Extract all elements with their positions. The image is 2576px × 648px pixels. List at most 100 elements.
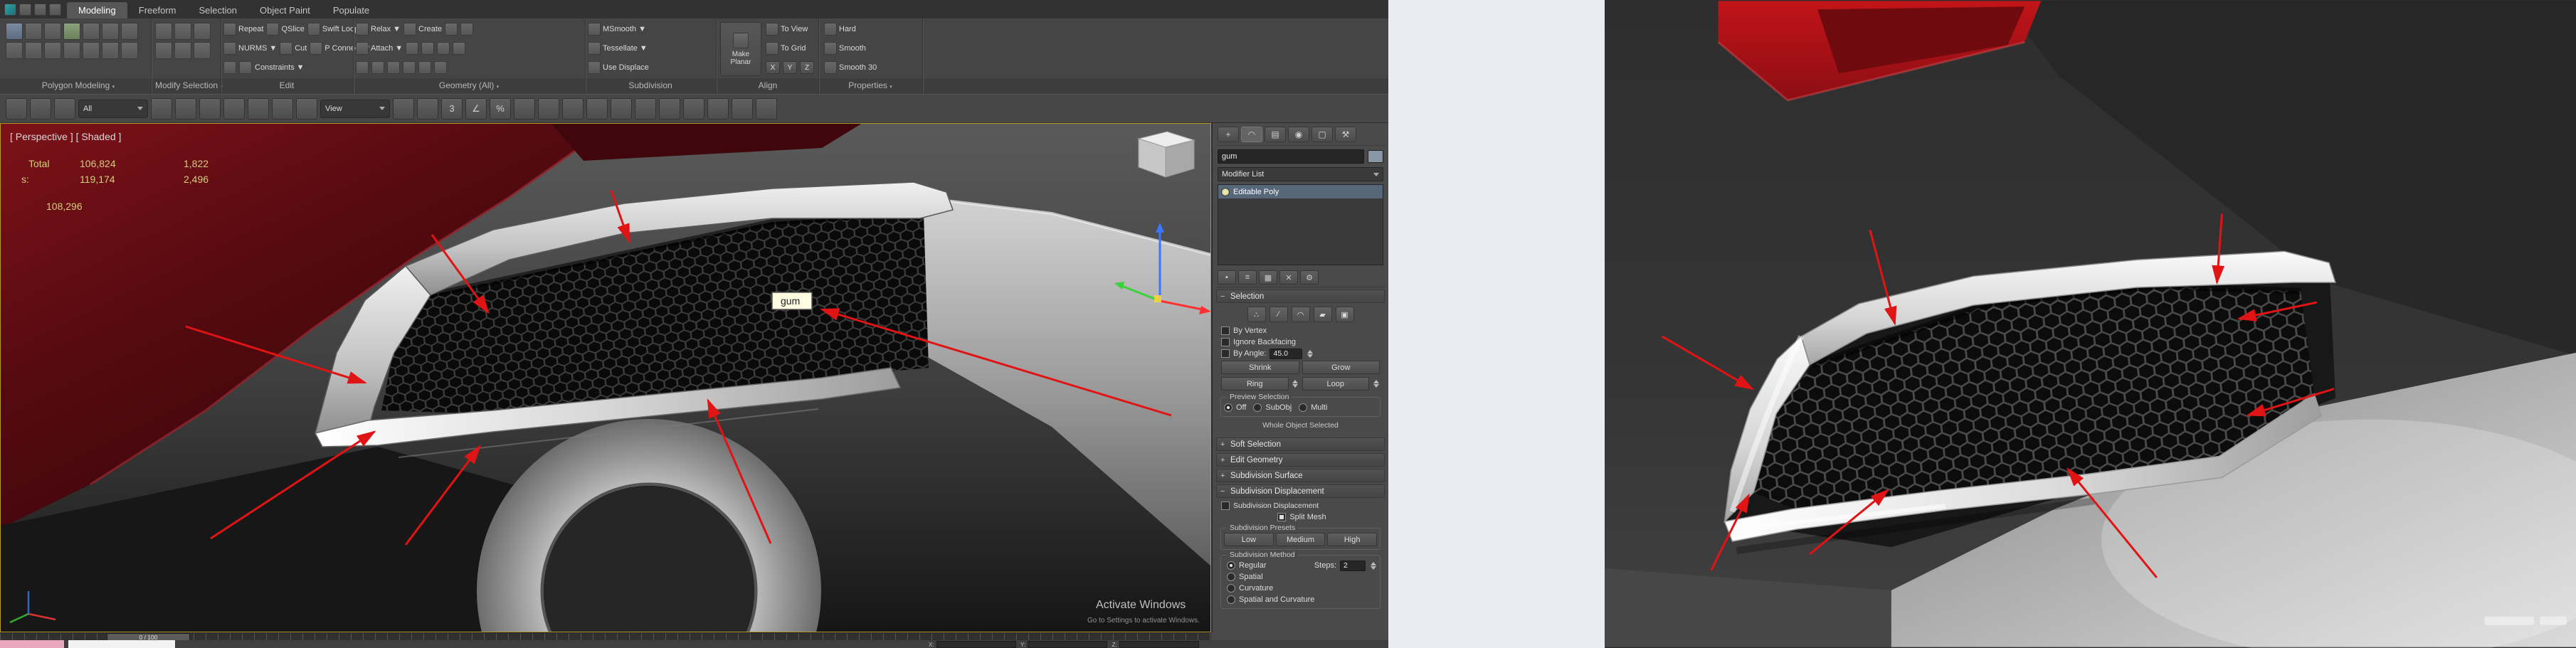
- method-spatial-curvature-radio[interactable]: [1227, 595, 1235, 604]
- rollout-soft-selection[interactable]: Soft Selection: [1216, 437, 1385, 451]
- stack-item-editable-poly[interactable]: Editable Poly: [1218, 185, 1383, 198]
- material-editor-icon[interactable]: [683, 97, 704, 119]
- border-mode-icon[interactable]: [44, 23, 61, 40]
- polygon-mode-icon[interactable]: [63, 23, 80, 40]
- hierarchy-tab-icon[interactable]: ▤: [1265, 127, 1286, 142]
- select-object-icon[interactable]: [151, 97, 172, 119]
- symmetry-tools-icon[interactable]: [102, 42, 119, 59]
- qslice-button[interactable]: QSlice: [266, 23, 305, 36]
- ribbon-tab-object-paint[interactable]: Object Paint: [248, 2, 322, 18]
- loop-selection-icon[interactable]: [194, 23, 211, 40]
- window-crossing-icon[interactable]: [223, 97, 245, 119]
- label-geometry-all[interactable]: Geometry (All) ▾: [356, 80, 582, 90]
- viewcube[interactable]: [1137, 131, 1195, 178]
- preview-multi-radio-row[interactable]: Multi: [1299, 402, 1327, 413]
- geometry-extra-icon-5[interactable]: [437, 42, 450, 55]
- method-curvature-radio[interactable]: [1227, 584, 1235, 593]
- configure-modifier-sets-button[interactable]: ⚙: [1300, 270, 1319, 285]
- save-icon[interactable]: [19, 4, 31, 16]
- next-modifier-icon[interactable]: [44, 42, 61, 59]
- align-x-button[interactable]: X: [766, 61, 780, 74]
- maxscript-listener-white[interactable]: [68, 640, 175, 648]
- relax-button[interactable]: Relax ▼: [356, 23, 401, 36]
- perspective-viewport[interactable]: gum [ Perspective ] [ Shaded ] Total 106…: [0, 123, 1211, 632]
- rollout-selection[interactable]: Selection: [1216, 290, 1385, 303]
- nurms-button[interactable]: NURMS ▼: [223, 42, 277, 55]
- by-angle-spinner[interactable]: [1306, 349, 1314, 358]
- edge-mode-icon[interactable]: [25, 23, 42, 40]
- pin-stack-icon[interactable]: [102, 23, 119, 40]
- align-z-button[interactable]: Z: [800, 61, 814, 74]
- angle-snap-icon[interactable]: ∠: [465, 97, 487, 119]
- method-spatial-radio[interactable]: [1227, 573, 1235, 581]
- layer-manager-icon[interactable]: [611, 97, 632, 119]
- by-vertex-checkbox[interactable]: [1221, 326, 1230, 335]
- rollout-subdivision-surface[interactable]: Subdivision Surface: [1216, 469, 1385, 482]
- loop-button[interactable]: Loop: [1302, 377, 1369, 391]
- to-grid-button[interactable]: To Grid: [766, 42, 806, 55]
- select-and-manipulate-icon[interactable]: [417, 97, 438, 119]
- grow-button[interactable]: Grow: [1302, 361, 1380, 374]
- border-subobject-icon[interactable]: ◠: [1291, 307, 1310, 322]
- object-color-swatch[interactable]: [1368, 150, 1383, 163]
- by-vertex-checkbox-row[interactable]: By Vertex: [1218, 325, 1383, 336]
- show-end-result-button[interactable]: ≡: [1238, 270, 1257, 285]
- prev-modifier-icon[interactable]: [63, 42, 80, 59]
- ribbon-tab-populate[interactable]: Populate: [322, 2, 381, 18]
- visibility-bulb-icon[interactable]: [1221, 187, 1230, 196]
- preview-subobj-radio-row[interactable]: SubObj: [1253, 402, 1292, 413]
- by-angle-value[interactable]: 45.0: [1269, 348, 1303, 359]
- by-angle-checkbox-row[interactable]: By Angle: 45.0: [1218, 348, 1383, 359]
- ring-spinner[interactable]: [1292, 377, 1299, 391]
- label-polygon-modeling[interactable]: Polygon Modeling ▾: [6, 80, 151, 90]
- ring-button[interactable]: Ring: [1221, 377, 1289, 391]
- label-properties[interactable]: Properties ▾: [821, 80, 919, 90]
- modifier-list-dropdown[interactable]: Modifier List: [1218, 167, 1383, 181]
- label-align[interactable]: Align: [720, 80, 815, 90]
- geometry-extra-icon-8[interactable]: [371, 61, 384, 74]
- element-mode-icon[interactable]: [83, 23, 100, 40]
- object-name-field[interactable]: gum: [1218, 149, 1364, 164]
- geometry-extra-icon-12[interactable]: [434, 61, 447, 74]
- geometry-extra-icon-3[interactable]: [406, 42, 419, 55]
- create-button[interactable]: Create: [403, 23, 442, 36]
- motion-tab-icon[interactable]: ◉: [1288, 127, 1309, 142]
- polygon-subobject-icon[interactable]: ▰: [1313, 307, 1332, 322]
- geometry-extra-icon-9[interactable]: [387, 61, 400, 74]
- generate-topology-icon[interactable]: [83, 42, 100, 59]
- display-tab-icon[interactable]: ▢: [1311, 127, 1333, 142]
- geometry-extra-icon-10[interactable]: [403, 61, 416, 74]
- preview-toggle-icon[interactable]: [6, 42, 23, 59]
- geometry-extra-icon-7[interactable]: [356, 61, 369, 74]
- ribbon-tab-selection[interactable]: Selection: [188, 2, 248, 18]
- swift-loop-button[interactable]: Swift Loop: [307, 23, 359, 36]
- preset-low-button[interactable]: Low: [1224, 533, 1274, 546]
- shrink-selection-icon[interactable]: [174, 23, 191, 40]
- split-mesh-row[interactable]: Split Mesh: [1218, 511, 1383, 523]
- repeat-button[interactable]: Repeat: [223, 23, 263, 36]
- geometry-extra-icon-1[interactable]: [445, 23, 458, 36]
- geometry-extra-icon-4[interactable]: [421, 42, 435, 55]
- geometry-extra-icon-11[interactable]: [418, 61, 431, 74]
- label-edit[interactable]: Edit: [223, 80, 350, 90]
- loop-spinner[interactable]: [1372, 377, 1380, 391]
- to-view-button[interactable]: To View: [766, 23, 808, 36]
- steps-spinner[interactable]: [1369, 561, 1377, 570]
- align-icon[interactable]: [586, 97, 608, 119]
- method-regular-row[interactable]: Regular Steps: 2: [1224, 560, 1377, 571]
- reference-coordinate-combo[interactable]: View: [320, 99, 390, 118]
- create-tab-icon[interactable]: +: [1218, 127, 1239, 142]
- split-mesh-checkbox[interactable]: [1277, 513, 1287, 521]
- tessellate-button[interactable]: Tessellate ▼: [588, 42, 648, 55]
- rectangular-region-icon[interactable]: [199, 97, 221, 119]
- undo-icon[interactable]: [34, 4, 46, 16]
- select-and-rotate-icon[interactable]: [272, 97, 293, 119]
- maxscript-listener-pink[interactable]: [0, 640, 64, 648]
- make-unique-button[interactable]: ▦: [1259, 270, 1277, 285]
- smooth-30-button[interactable]: Smooth 30: [824, 61, 877, 74]
- select-and-scale-icon[interactable]: [296, 97, 317, 119]
- rollout-edit-geometry[interactable]: Edit Geometry: [1216, 453, 1385, 467]
- render-setup-icon[interactable]: [707, 97, 729, 119]
- attach-button[interactable]: Attach ▼: [356, 42, 403, 55]
- cut-button[interactable]: Cut: [280, 42, 307, 55]
